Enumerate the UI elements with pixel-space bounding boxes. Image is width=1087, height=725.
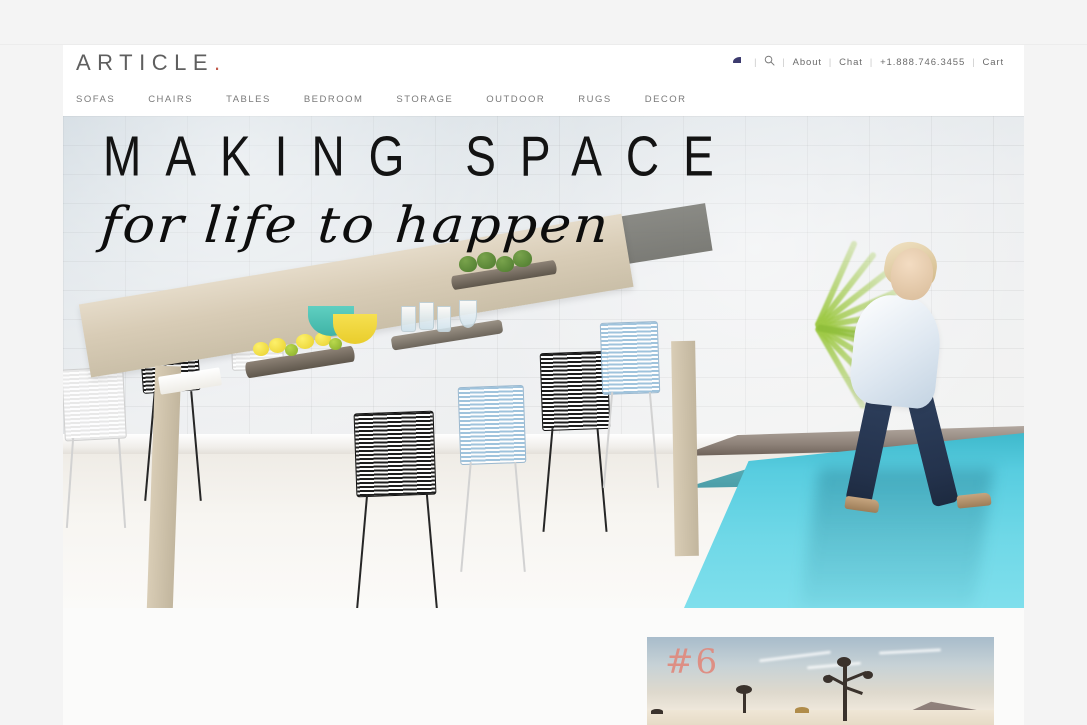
- lemon: [253, 342, 269, 356]
- brand-logo-dot: .: [214, 50, 221, 75]
- lime: [329, 338, 342, 350]
- cloud-streak: [806, 661, 862, 670]
- joshua-tree-small: [743, 691, 746, 713]
- nav-item-chairs[interactable]: CHAIRS: [148, 94, 193, 105]
- nav-item-outdoor[interactable]: OUTDOOR: [486, 94, 545, 105]
- cloud-streak: [878, 648, 942, 655]
- utility-separator: |: [828, 57, 833, 67]
- joshua-tree-crown: [837, 657, 851, 667]
- header-utility-nav: | | About | Chat | +1.888.746.3455 | Car…: [733, 55, 1004, 69]
- joshua-tree-branch: [845, 686, 863, 695]
- header-link-chat[interactable]: Chat: [839, 57, 863, 68]
- promo-tile-6[interactable]: #6: [647, 637, 994, 725]
- us-flag-icon[interactable]: [733, 57, 747, 67]
- water-glass: [419, 302, 434, 330]
- site-content-card: ARTICLE. | | About | Chat | +1.888.746.3…: [63, 45, 1024, 725]
- header-link-about[interactable]: About: [793, 57, 822, 68]
- hero-banner[interactable]: MAKING SPACE for life to happen: [63, 116, 1024, 608]
- shrub: [651, 709, 663, 714]
- water-glass: [401, 306, 416, 332]
- utility-separator: |: [972, 57, 976, 67]
- promo-number: #6: [665, 642, 720, 682]
- nav-item-tables[interactable]: TABLES: [226, 94, 271, 105]
- primary-nav: SOFAS CHAIRS TABLES BEDROOM STORAGE OUTD…: [63, 82, 1024, 116]
- water-glass: [437, 306, 451, 332]
- patio-chair-black-right: [539, 350, 611, 432]
- desert-ground: [647, 710, 994, 725]
- lemon: [269, 338, 286, 353]
- patio-chair-white-left: [63, 366, 127, 442]
- patio-chair-black-front: [353, 410, 437, 498]
- brand-logo[interactable]: ARTICLE.: [76, 50, 220, 76]
- lemon: [296, 334, 314, 349]
- pool-reflection: [799, 468, 994, 608]
- patio-chair-blue-right: [599, 321, 661, 395]
- header-link-cart[interactable]: Cart: [982, 57, 1004, 68]
- joshua-tree-crown: [823, 675, 833, 683]
- site-header: ARTICLE. | | About | Chat | +1.888.746.3…: [63, 45, 1024, 82]
- joshua-tree-crown: [863, 671, 873, 679]
- brand-logo-text: ARTICLE: [76, 50, 215, 75]
- utility-separator: |: [869, 57, 874, 67]
- nav-item-sofas[interactable]: SOFAS: [76, 94, 115, 105]
- page-root: ARTICLE. | | About | Chat | +1.888.746.3…: [0, 0, 1087, 725]
- search-icon[interactable]: [764, 55, 775, 69]
- utility-separator: |: [754, 57, 758, 67]
- nav-item-decor[interactable]: DECOR: [645, 94, 687, 105]
- avocado: [477, 252, 496, 269]
- joshua-tree-small-crown: [736, 685, 752, 694]
- nav-item-storage[interactable]: STORAGE: [396, 94, 453, 105]
- avocado: [513, 250, 532, 267]
- avocado: [496, 256, 514, 272]
- page-top-strip: [0, 0, 1087, 45]
- avocado: [459, 256, 477, 272]
- utility-separator: |: [782, 57, 786, 67]
- lime: [285, 344, 298, 356]
- header-link-phone[interactable]: +1.888.746.3455: [880, 57, 965, 68]
- cloud-streak: [759, 650, 831, 663]
- patio-chair-blue-front: [457, 384, 527, 466]
- joshua-tree-main: [843, 663, 847, 721]
- wine-glass: [459, 300, 477, 328]
- dining-table-leg: [671, 340, 699, 557]
- below-hero-section: #6: [63, 608, 1024, 725]
- nav-item-bedroom[interactable]: BEDROOM: [304, 94, 364, 105]
- shrub: [795, 707, 809, 713]
- nav-item-rugs[interactable]: RUGS: [578, 94, 611, 105]
